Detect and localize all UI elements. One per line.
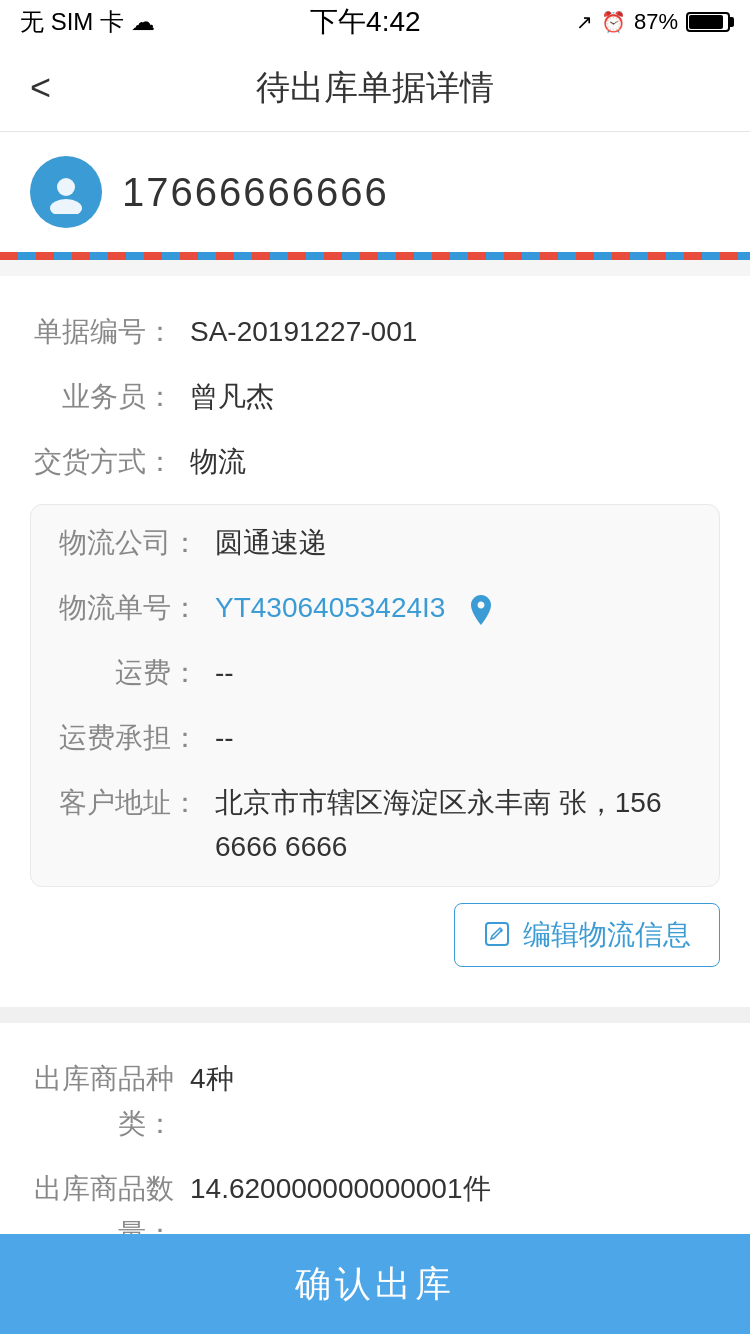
edit-logistics-row: 编辑物流信息 — [0, 887, 750, 983]
status-time: 下午4:42 — [310, 3, 421, 41]
edit-icon — [483, 920, 513, 950]
confirm-button-label: 确认出库 — [295, 1260, 455, 1309]
address-value: 北京市市辖区海淀区永丰南 张，156 6666 6666 — [215, 781, 695, 871]
logistics-card: 物流公司： 圆通速递 物流单号： YT43064053424I3 — [30, 504, 720, 887]
back-button[interactable]: < — [30, 67, 51, 109]
location-icon-status: ↗ — [576, 10, 593, 34]
user-icon — [44, 170, 88, 214]
battery-fill — [689, 15, 723, 29]
salesperson-value: 曾凡杰 — [190, 375, 720, 420]
freight-bear-row: 运费承担： -- — [31, 706, 719, 771]
goods-qty-value: 14.620000000000001件 — [190, 1167, 720, 1212]
address-row: 客户地址： 北京市市辖区海淀区永丰南 张，156 6666 6666 — [31, 771, 719, 881]
avatar — [30, 156, 102, 228]
freight-row: 运费： -- — [31, 641, 719, 706]
status-bar: 无 SIM 卡 ☁ 下午4:42 ↗ ⏰ 87% — [0, 0, 750, 44]
svg-point-0 — [57, 178, 75, 196]
goods-type-row: 出库商品种类： 4种 — [0, 1047, 750, 1157]
logistics-number-text: YT43064053424I3 — [215, 592, 445, 623]
goods-type-label: 出库商品种类： — [30, 1057, 190, 1147]
salesperson-label: 业务员： — [30, 375, 190, 420]
map-pin-icon[interactable] — [463, 592, 499, 628]
order-number-row: 单据编号： SA-20191227-001 — [0, 300, 750, 365]
section-divider-1 — [0, 1007, 750, 1023]
nav-bar: < 待出库单据详情 — [0, 44, 750, 132]
page-title: 待出库单据详情 — [256, 65, 494, 111]
logistics-company-row: 物流公司： 圆通速递 — [31, 511, 719, 576]
freight-bear-value: -- — [215, 716, 695, 761]
confirm-button[interactable]: 确认出库 — [0, 1234, 750, 1334]
logistics-number-label: 物流单号： — [55, 586, 215, 631]
order-info-section: 单据编号： SA-20191227-001 业务员： 曾凡杰 交货方式： 物流 … — [0, 276, 750, 1007]
logistics-company-value: 圆通速递 — [215, 521, 695, 566]
customer-header: 17666666666 — [0, 132, 750, 252]
order-number-value: SA-20191227-001 — [190, 310, 720, 355]
logistics-number-value: YT43064053424I3 — [215, 586, 695, 631]
delivery-method-label: 交货方式： — [30, 440, 190, 485]
address-label: 客户地址： — [55, 781, 215, 826]
salesperson-row: 业务员： 曾凡杰 — [0, 365, 750, 430]
clock-icon-status: ⏰ — [601, 10, 626, 34]
order-number-label: 单据编号： — [30, 310, 190, 355]
edit-logistics-button[interactable]: 编辑物流信息 — [454, 903, 720, 967]
logistics-company-label: 物流公司： — [55, 521, 215, 566]
status-right: ↗ ⏰ 87% — [576, 9, 730, 35]
edit-logistics-label: 编辑物流信息 — [523, 916, 691, 954]
status-left: 无 SIM 卡 ☁ — [20, 6, 155, 38]
battery-bar — [686, 12, 730, 32]
logistics-number-row: 物流单号： YT43064053424I3 — [31, 576, 719, 641]
freight-value: -- — [215, 651, 695, 696]
delivery-method-row: 交货方式： 物流 — [0, 430, 750, 495]
delivery-method-value: 物流 — [190, 440, 720, 485]
goods-type-value: 4种 — [190, 1057, 720, 1102]
sim-label: 无 SIM 卡 ☁ — [20, 6, 155, 38]
dashed-divider — [0, 252, 750, 260]
battery-label: 87% — [634, 9, 678, 35]
freight-bear-label: 运费承担： — [55, 716, 215, 761]
freight-label: 运费： — [55, 651, 215, 696]
customer-phone: 17666666666 — [122, 170, 389, 215]
svg-point-1 — [50, 199, 82, 214]
